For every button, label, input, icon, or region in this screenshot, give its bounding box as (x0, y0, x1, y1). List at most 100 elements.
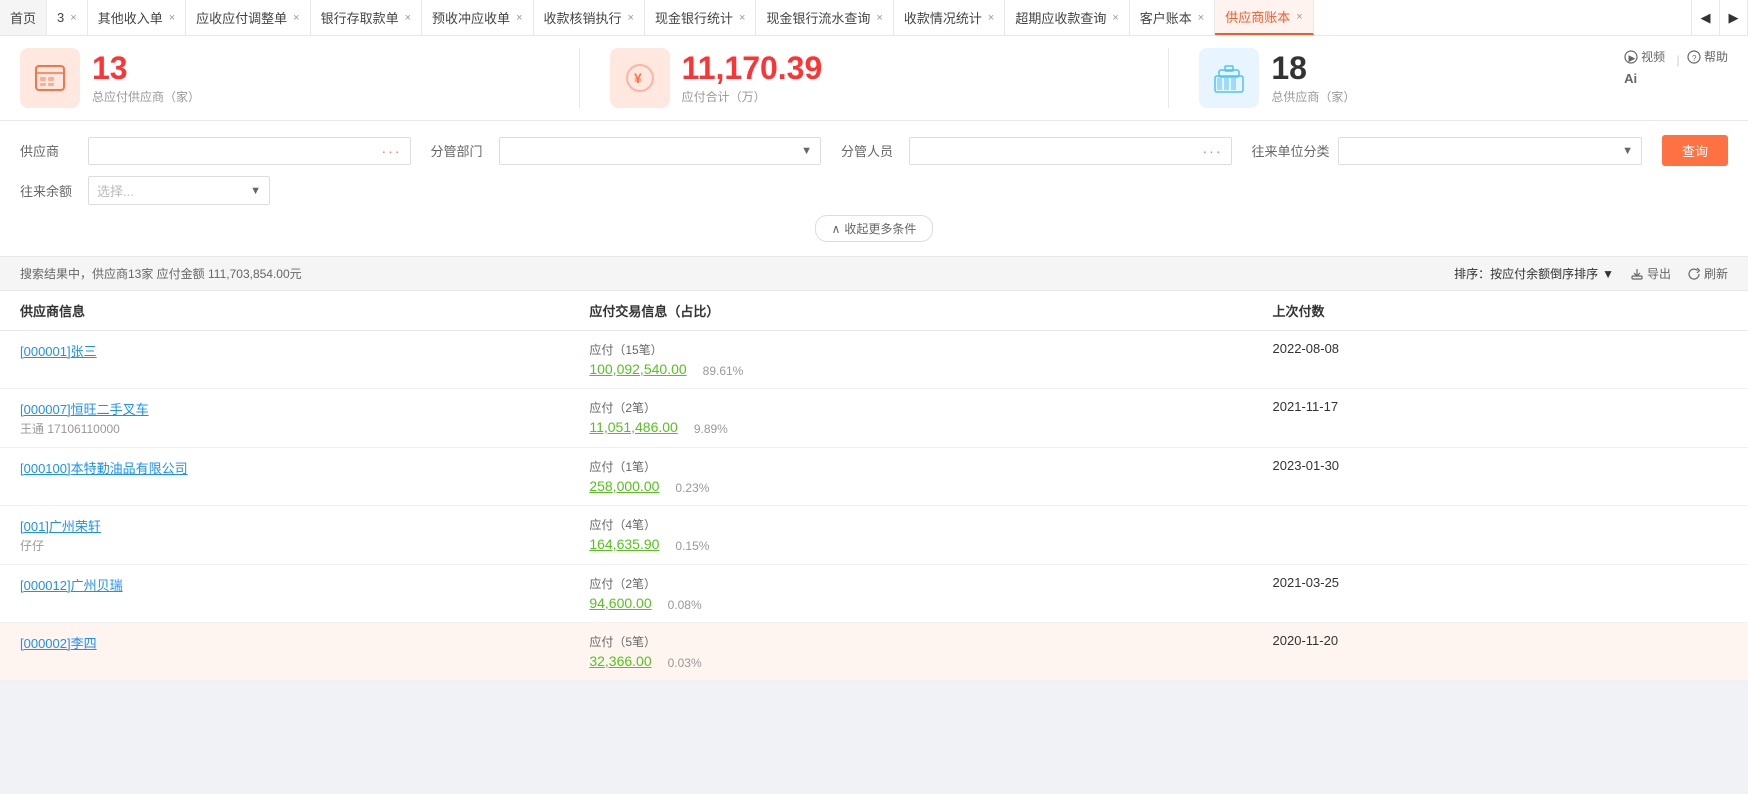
close-icon[interactable]: × (405, 12, 411, 24)
close-icon[interactable]: × (1198, 12, 1204, 24)
nav-other-income[interactable]: 其他收入单 × (88, 0, 186, 35)
col-header-transaction: 应付交易信息（占比） (589, 301, 1272, 320)
trans-label-5: 应付（5笔） (589, 633, 1272, 650)
trans-amount-3[interactable]: 164,635.90 (589, 536, 659, 552)
balance-chevron-icon: ▼ (250, 185, 261, 197)
nav-collection-stat[interactable]: 收款情况统计 × (894, 0, 1005, 35)
result-bar-right: 排序：按应付余额倒序排序 ▼ 导出 刷新 (1454, 265, 1728, 282)
close-icon[interactable]: × (1112, 12, 1118, 24)
nav-prev-arrow[interactable]: ◀ (1692, 0, 1720, 36)
person-input[interactable]: ··· (909, 137, 1232, 165)
nav-ar-ap-adjust[interactable]: 应收应付调整单 × (186, 0, 310, 35)
trans-percent-2: 0.23% (675, 481, 709, 495)
dept-input[interactable]: ▼ (499, 137, 822, 165)
table-row: [001]广州荣轩 仔仔 应付（4笔） 164,635.90 0.15% (0, 506, 1748, 565)
sort-chevron-icon: ▼ (1602, 267, 1614, 281)
nav-home[interactable]: 首页 (0, 0, 47, 35)
total-suppliers-label: 总供应商（家） (1271, 88, 1355, 105)
supplier-link-5[interactable]: [000002]李四 (20, 636, 97, 651)
nav-tab-3[interactable]: 3 × (47, 0, 88, 35)
svg-text:▶: ▶ (1629, 53, 1636, 63)
balance-filter-item: 往来余额 选择... ▼ (20, 176, 270, 205)
nav-bank-deposit[interactable]: 银行存取款单 × (311, 0, 422, 35)
supplier-filter-item: 供应商 ··· (20, 137, 411, 165)
filter-section: 供应商 ··· 分管部门 ▼ 分管人员 ··· 往来单位分类 (0, 121, 1748, 257)
supplier-link-3[interactable]: [001]广州荣轩 (20, 519, 101, 534)
payable-total-label: 应付合计（万） (682, 88, 823, 105)
close-icon[interactable]: × (876, 12, 882, 24)
nav-scroll-arrows: ◀ ▶ (1691, 0, 1748, 36)
nav-prepaid-collection[interactable]: 预收冲应收单 × (422, 0, 533, 35)
top-navigation: 首页 3 × 其他收入单 × 应收应付调整单 × 银行存取款单 × 预收冲应收单… (0, 0, 1748, 36)
close-icon[interactable]: × (1296, 11, 1302, 23)
transaction-info-5: 应付（5笔） 32,366.00 0.03% (589, 633, 1272, 670)
payable-suppliers-label: 总应付供应商（家） (92, 88, 200, 105)
trans-amount-4[interactable]: 94,600.00 (589, 595, 651, 611)
lastpay-1: 2021-11-17 (1273, 399, 1728, 414)
ai-button[interactable]: Ai (1624, 71, 1728, 86)
trans-amount-2[interactable]: 258,000.00 (589, 478, 659, 494)
stat-divider-1 (579, 48, 580, 108)
supplier-link-4[interactable]: [000012]广州贝瑞 (20, 578, 123, 593)
lastpay-0: 2022-08-08 (1273, 341, 1728, 356)
filter-row-1: 供应商 ··· 分管部门 ▼ 分管人员 ··· 往来单位分类 (20, 135, 1728, 166)
lastpay-5: 2020-11-20 (1273, 633, 1728, 648)
unit-category-filter-item: 往来单位分类 ▼ (1252, 137, 1643, 165)
nav-supplier-ledger[interactable]: 供应商账本 × (1215, 0, 1313, 35)
sort-dropdown[interactable]: 排序：按应付余额倒序排序 ▼ (1454, 265, 1614, 282)
close-icon[interactable]: × (169, 12, 175, 24)
close-icon[interactable]: × (628, 12, 634, 24)
table-row: [000100]本特勤油品有限公司 应付（1笔） 258,000.00 0.23… (0, 448, 1748, 506)
person-filter-label: 分管人员 (841, 141, 901, 160)
video-link[interactable]: 视频 (1641, 48, 1665, 65)
refresh-button[interactable]: 刷新 (1687, 265, 1728, 282)
table-header: 供应商信息 应付交易信息（占比） 上次付数 (0, 291, 1748, 331)
supplier-link-2[interactable]: [000100]本特勤油品有限公司 (20, 461, 188, 476)
nav-next-arrow[interactable]: ▶ (1720, 0, 1748, 36)
trans-percent-3: 0.15% (675, 539, 709, 553)
table-row: [000002]李四 应付（5笔） 32,366.00 0.03% 2020-1… (0, 623, 1748, 681)
supplier-link-1[interactable]: [000007]恒旺二手叉车 (20, 402, 149, 417)
person-dots-icon[interactable]: ··· (1203, 143, 1223, 159)
trans-amount-0[interactable]: 100,092,540.00 (589, 361, 686, 377)
dept-filter-item: 分管部门 ▼ (431, 137, 822, 165)
table-row: [000007]恒旺二手叉车 王通 17106110000 应付（2笔） 11,… (0, 389, 1748, 448)
result-summary: 搜索结果中，供应商13家 应付金额 111,703,854.00元 (20, 265, 302, 282)
search-button[interactable]: 查询 (1662, 135, 1728, 166)
nav-cash-bank-flow[interactable]: 现金银行流水查询 × (756, 0, 893, 35)
close-icon[interactable]: × (988, 12, 994, 24)
help-link[interactable]: 帮助 (1704, 48, 1728, 65)
close-icon[interactable]: × (516, 12, 522, 24)
supplier-info-5: [000002]李四 (20, 633, 589, 652)
balance-input[interactable]: 选择... ▼ (88, 176, 270, 205)
export-button[interactable]: 导出 (1630, 265, 1671, 282)
collapse-button[interactable]: ∧ 收起更多条件 (815, 215, 934, 242)
trans-amount-5[interactable]: 32,366.00 (589, 653, 651, 669)
close-icon[interactable]: × (70, 12, 76, 24)
balance-filter-label: 往来余额 (20, 181, 80, 200)
supplier-sub-1: 王通 17106110000 (20, 420, 589, 437)
transaction-info-0: 应付（15笔） 100,092,540.00 89.61% (589, 341, 1272, 378)
supplier-dots-icon[interactable]: ··· (382, 143, 402, 159)
dept-chevron-icon: ▼ (801, 145, 812, 157)
trans-amount-1[interactable]: 11,051,486.00 (589, 419, 678, 435)
unit-category-input[interactable]: ▼ (1338, 137, 1642, 165)
chevron-up-icon: ∧ (832, 222, 841, 236)
close-icon[interactable]: × (293, 12, 299, 24)
stats-bar: 13 总应付供应商（家） ¥ 11,170.39 应付合计（万） (0, 36, 1748, 121)
unit-chevron-icon: ▼ (1622, 145, 1633, 157)
nav-collection-execute[interactable]: 收款核销执行 × (534, 0, 645, 35)
dept-filter-label: 分管部门 (431, 141, 491, 160)
supplier-input[interactable]: ··· (88, 137, 411, 165)
trans-percent-1: 9.89% (694, 422, 728, 436)
trans-percent-0: 89.61% (703, 364, 744, 378)
lastpay-4: 2021-03-25 (1273, 575, 1728, 590)
nav-customer-ledger[interactable]: 客户账本 × (1130, 0, 1215, 35)
close-icon[interactable]: × (739, 12, 745, 24)
trans-label-0: 应付（15笔） (589, 341, 1272, 358)
nav-cash-bank-stat[interactable]: 现金银行统计 × (645, 0, 756, 35)
transaction-info-3: 应付（4笔） 164,635.90 0.15% (589, 516, 1272, 553)
supplier-link-0[interactable]: [000001]张三 (20, 344, 97, 359)
nav-overdue-ar[interactable]: 超期应收款查询 × (1005, 0, 1129, 35)
supplier-filter-label: 供应商 (20, 141, 80, 160)
